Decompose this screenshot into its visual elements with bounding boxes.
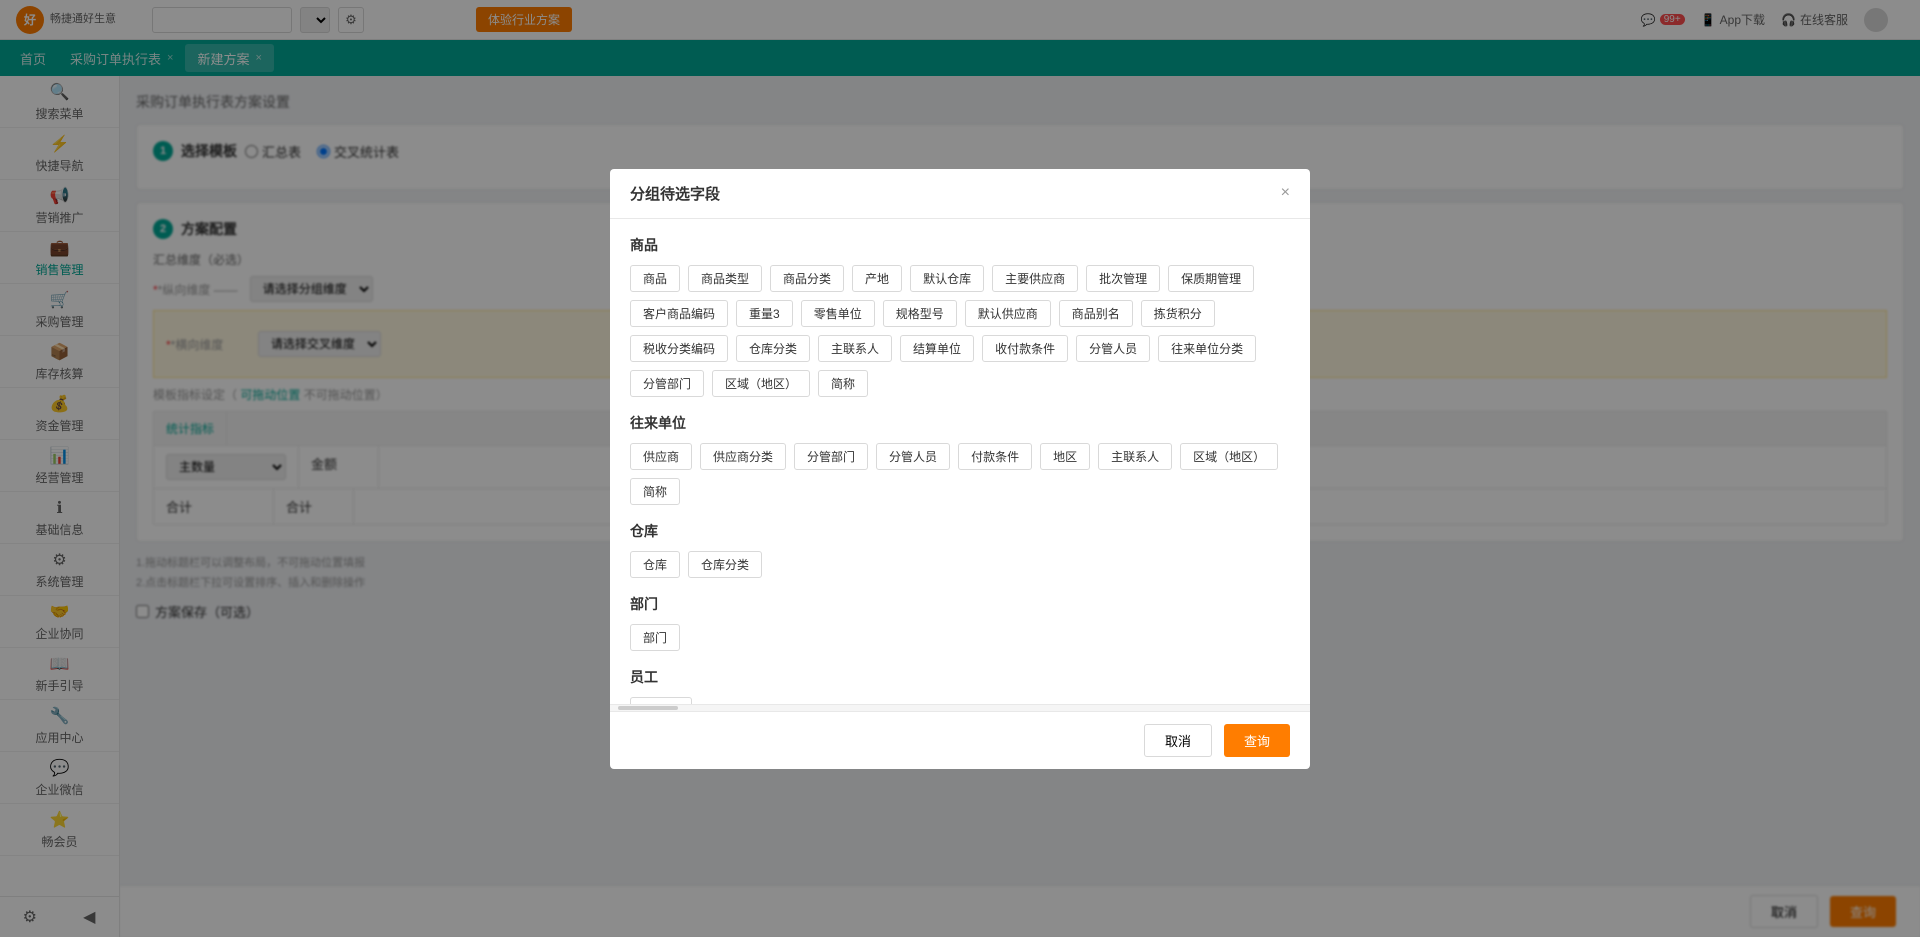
field-tag-0-17[interactable]: 主联系人 bbox=[818, 335, 892, 362]
field-tag-1-1[interactable]: 供应商分类 bbox=[700, 443, 786, 470]
field-tag-1-0[interactable]: 供应商 bbox=[630, 443, 692, 470]
modal-confirm-button[interactable]: 查询 bbox=[1224, 724, 1290, 757]
modal-title: 分组待选字段 bbox=[630, 183, 720, 204]
field-tag-1-6[interactable]: 主联系人 bbox=[1098, 443, 1172, 470]
field-tag-0-18[interactable]: 结算单位 bbox=[900, 335, 974, 362]
field-tag-1-3[interactable]: 分管人员 bbox=[876, 443, 950, 470]
modal-body: 商品商品商品类型商品分类产地默认仓库主要供应商批次管理保质期管理客户商品编码重量… bbox=[610, 219, 1310, 705]
field-tag-1-2[interactable]: 分管部门 bbox=[794, 443, 868, 470]
field-tag-0-5[interactable]: 主要供应商 bbox=[992, 265, 1078, 292]
modal: 分组待选字段 × 商品商品商品类型商品分类产地默认仓库主要供应商批次管理保质期管… bbox=[610, 169, 1310, 769]
field-group-3: 部门部门 bbox=[630, 594, 1290, 651]
field-tag-0-15[interactable]: 税收分类编码 bbox=[630, 335, 728, 362]
modal-footer: 取消 查询 bbox=[610, 711, 1310, 769]
field-tag-0-14[interactable]: 拣货积分 bbox=[1141, 300, 1215, 327]
field-tag-1-4[interactable]: 付款条件 bbox=[958, 443, 1032, 470]
field-tag-0-21[interactable]: 往来单位分类 bbox=[1158, 335, 1256, 362]
field-tag-0-11[interactable]: 规格型号 bbox=[883, 300, 957, 327]
modal-cancel-button[interactable]: 取消 bbox=[1144, 724, 1212, 757]
modal-close-button[interactable]: × bbox=[1281, 184, 1290, 202]
field-tag-0-4[interactable]: 默认仓库 bbox=[910, 265, 984, 292]
field-group-title-3: 部门 bbox=[630, 594, 1290, 614]
field-tags-4: 业务员 bbox=[630, 697, 1290, 705]
field-tag-0-22[interactable]: 分管部门 bbox=[630, 370, 704, 397]
field-tag-0-16[interactable]: 仓库分类 bbox=[736, 335, 810, 362]
field-tag-2-1[interactable]: 仓库分类 bbox=[688, 551, 762, 578]
field-tags-0: 商品商品类型商品分类产地默认仓库主要供应商批次管理保质期管理客户商品编码重量3 零… bbox=[630, 265, 1290, 397]
field-group-2: 仓库仓库仓库分类 bbox=[630, 521, 1290, 578]
field-tag-0-13[interactable]: 商品别名 bbox=[1059, 300, 1133, 327]
field-group-title-1: 往来单位 bbox=[630, 413, 1290, 433]
field-tag-0-3[interactable]: 产地 bbox=[852, 265, 902, 292]
field-tag-0-10[interactable]: 零售单位 bbox=[801, 300, 875, 327]
field-tag-0-9[interactable]: 重量3 bbox=[736, 300, 793, 327]
modal-overlay[interactable]: 分组待选字段 × 商品商品商品类型商品分类产地默认仓库主要供应商批次管理保质期管… bbox=[0, 0, 1920, 937]
field-group-title-2: 仓库 bbox=[630, 521, 1290, 541]
field-group-4: 员工业务员 bbox=[630, 667, 1290, 705]
field-group-0: 商品商品商品类型商品分类产地默认仓库主要供应商批次管理保质期管理客户商品编码重量… bbox=[630, 235, 1290, 397]
field-tag-1-5[interactable]: 地区 bbox=[1040, 443, 1090, 470]
field-tag-0-2[interactable]: 商品分类 bbox=[770, 265, 844, 292]
field-tag-0-8[interactable]: 客户商品编码 bbox=[630, 300, 728, 327]
field-group-title-0: 商品 bbox=[630, 235, 1290, 255]
modal-header: 分组待选字段 × bbox=[610, 169, 1310, 219]
field-tag-0-0[interactable]: 商品 bbox=[630, 265, 680, 292]
field-tags-3: 部门 bbox=[630, 624, 1290, 651]
field-tag-0-1[interactable]: 商品类型 bbox=[688, 265, 762, 292]
field-tag-0-6[interactable]: 批次管理 bbox=[1086, 265, 1160, 292]
field-tag-2-0[interactable]: 仓库 bbox=[630, 551, 680, 578]
field-group-1: 往来单位供应商供应商分类分管部门分管人员付款条件地区主联系人区域（地区） 简称 bbox=[630, 413, 1290, 505]
field-tags-1: 供应商供应商分类分管部门分管人员付款条件地区主联系人区域（地区） 简称 bbox=[630, 443, 1290, 505]
field-tag-0-23[interactable]: 区域（地区） bbox=[712, 370, 810, 397]
field-tag-3-0[interactable]: 部门 bbox=[630, 624, 680, 651]
field-tag-1-7[interactable]: 区域（地区） bbox=[1180, 443, 1278, 470]
field-tag-0-24[interactable]: 简称 bbox=[818, 370, 868, 397]
field-tag-1-8[interactable]: 简称 bbox=[630, 478, 680, 505]
field-tag-0-20[interactable]: 分管人员 bbox=[1076, 335, 1150, 362]
field-tag-4-0[interactable]: 业务员 bbox=[630, 697, 692, 705]
field-tag-0-19[interactable]: 收付款条件 bbox=[982, 335, 1068, 362]
field-tag-0-12[interactable]: 默认供应商 bbox=[965, 300, 1051, 327]
field-tags-2: 仓库仓库分类 bbox=[630, 551, 1290, 578]
field-group-title-4: 员工 bbox=[630, 667, 1290, 687]
field-tag-0-7[interactable]: 保质期管理 bbox=[1168, 265, 1254, 292]
